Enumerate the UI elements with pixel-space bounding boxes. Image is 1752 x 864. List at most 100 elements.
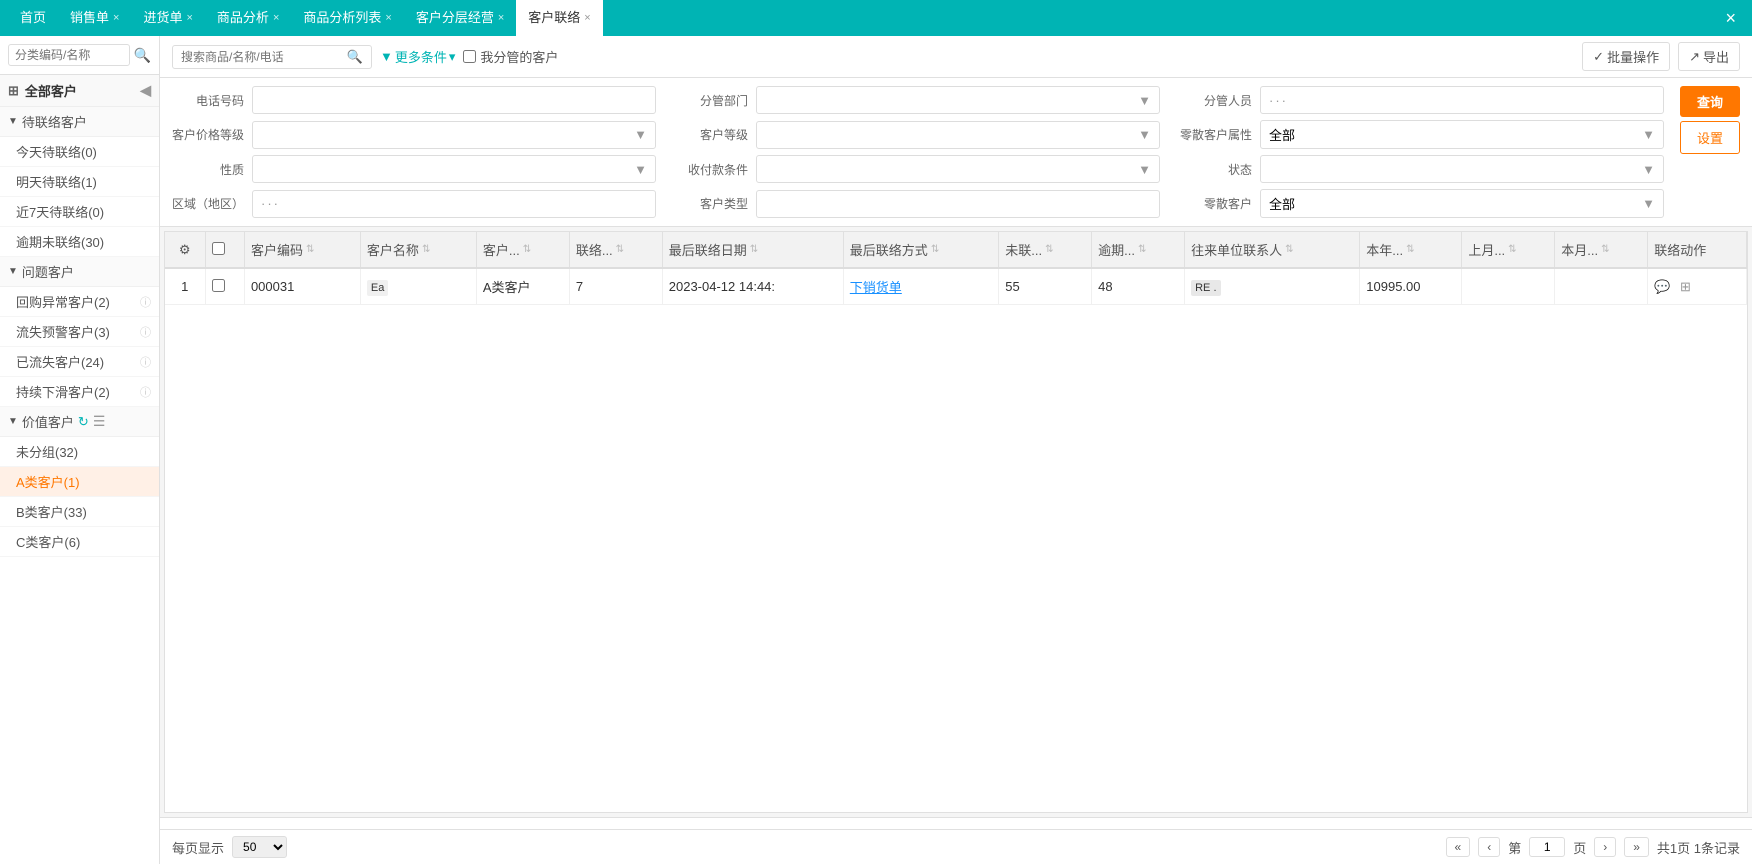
filter-search-input[interactable] [181,50,343,64]
td-index: 1 [165,268,205,305]
filter-price-level-input[interactable]: ▼ [252,121,656,149]
th-overdue-label: 逾期... [1098,240,1135,259]
sidebar-item-overdue-contact[interactable]: 逾期未联络(30) [0,227,159,257]
sidebar-item-churn-warning[interactable]: 流失预警客户(3) ⓘ [0,317,159,347]
filter-person-input[interactable]: ··· [1260,86,1664,114]
filter-dept-input[interactable]: ▼ [756,86,1160,114]
filter-action-buttons: 查询 设置 [1672,86,1740,218]
sort-icon-year[interactable]: ⇅ [1406,244,1414,255]
sort-icon-code[interactable]: ⇅ [306,244,314,255]
refresh-icon[interactable]: ↻ [78,414,89,430]
th-this-month-label: 本月... [1561,240,1598,259]
filter-nature-input[interactable]: ▼ [252,155,656,183]
th-contacts-label: 往来单位联系人 [1191,240,1282,259]
sidebar-group-pending[interactable]: ▼ 待联络客户 [0,107,159,137]
nav-home[interactable]: 首页 [8,0,58,36]
batch-operations-button[interactable]: ✓ 批量操作 [1582,42,1670,71]
batch-label: 批量操作 [1607,47,1659,66]
last-page-button[interactable]: » [1624,837,1649,857]
filter-payment-input[interactable]: ▼ [756,155,1160,183]
filter-more-conditions[interactable]: ▼ 更多条件 ▾ [380,47,455,66]
customer-level-arrow: ▼ [1138,127,1151,142]
row-checkbox[interactable] [212,279,225,292]
sidebar-item-abnormal[interactable]: 回购异常客户(2) ⓘ [0,287,159,317]
nav-analysis-list-close[interactable]: × [385,0,391,36]
query-button[interactable]: 查询 [1680,86,1740,117]
filter-scatter-attr: 零散客户属性 全部 ▼ [1180,120,1664,149]
nav-analysis[interactable]: 商品分析 × [205,0,291,36]
dept-dropdown-arrow: ▼ [1138,93,1151,108]
settings-button[interactable]: 设置 [1680,121,1740,154]
nav-customer-tier[interactable]: 客户分层经营 × [404,0,516,36]
contact-method-link[interactable]: 下销货单 [850,280,902,295]
top-nav: 首页 销售单 × 进货单 × 商品分析 × 商品分析列表 × 客户分层经营 × … [0,0,1752,36]
filter-status-input[interactable]: ▼ [1260,155,1664,183]
settings-icon[interactable]: ☰ [93,413,106,430]
nav-customer-tier-close[interactable]: × [498,0,504,36]
sort-icon-name[interactable]: ⇅ [422,244,430,255]
sidebar-group-problem[interactable]: ▼ 问题客户 [0,257,159,287]
action-link-icon[interactable]: ⊞ [1680,279,1691,294]
payment-arrow: ▼ [1138,162,1151,177]
gear-icon[interactable]: ⚙ [179,242,191,257]
sort-icon-type[interactable]: ⇅ [523,244,531,255]
nav-analysis-list[interactable]: 商品分析列表 × [291,0,403,36]
sidebar-group-value[interactable]: ▼ 价值客户 ↻ ☰ [0,407,159,437]
nav-customer-contact-close[interactable]: × [584,0,590,36]
filter-phone-input[interactable] [252,86,656,114]
td-name: Ea [360,268,476,305]
nav-sales-close[interactable]: × [113,0,119,36]
sort-icon-contact[interactable]: ⇅ [616,244,624,255]
nav-purchase[interactable]: 进货单 × [131,0,204,36]
filter-customer-level-input[interactable]: ▼ [756,121,1160,149]
sidebar-search-input[interactable] [8,44,130,66]
sidebar-item-tomorrow[interactable]: 明天待联络(1) [0,167,159,197]
sort-icon-contacts[interactable]: ⇅ [1285,244,1293,255]
per-page-select[interactable]: 50 100 200 [232,836,287,858]
nav-purchase-close[interactable]: × [186,0,192,36]
filter-customer-type-input[interactable] [756,190,1160,218]
sidebar-item-7days[interactable]: 近7天待联络(0) [0,197,159,227]
sidebar-item-ungrouped[interactable]: 未分组(32) [0,437,159,467]
page-number-input[interactable] [1529,837,1565,857]
th-actions: 联络动作 [1648,232,1747,268]
sidebar-item-today[interactable]: 今天待联络(0) [0,137,159,167]
export-button[interactable]: ↗ 导出 [1678,42,1740,71]
filter-scatter-input[interactable]: 全部 ▼ [1260,189,1664,218]
export-icon: ↗ [1689,49,1700,65]
sidebar-item-class-c-label: C类客户(6) [16,532,151,551]
th-code: 客户编码 ⇅ [244,232,360,268]
nav-analysis-close[interactable]: × [273,0,279,36]
th-contacts: 往来单位联系人 ⇅ [1185,232,1360,268]
sort-icon-last-month[interactable]: ⇅ [1508,244,1516,255]
th-contact-count: 联络... ⇅ [569,232,662,268]
filter-search-icon: 🔍 [347,49,363,65]
sidebar-item-declining[interactable]: 持续下滑客户(2) ⓘ [0,377,159,407]
sidebar-item-class-b[interactable]: B类客户(33) [0,497,159,527]
filter-status-label: 状态 [1180,161,1260,178]
filter-my-customers[interactable]: 我分管的客户 [463,47,558,66]
all-customers-header[interactable]: ⊞ 全部客户 ◀ [0,75,159,107]
sort-icon-date[interactable]: ⇅ [750,244,758,255]
sidebar-item-churned[interactable]: 已流失客户(24) ⓘ [0,347,159,377]
filter-region-input[interactable]: ··· [252,190,656,218]
sidebar-item-class-c[interactable]: C类客户(6) [0,527,159,557]
prev-page-button[interactable]: ‹ [1478,837,1500,857]
next-page-button[interactable]: › [1594,837,1616,857]
sidebar-item-class-a[interactable]: A类客户(1) [0,467,159,497]
sidebar-collapse-button[interactable]: ◀ [140,82,151,99]
sort-icon-this-month[interactable]: ⇅ [1601,244,1609,255]
sort-icon-method[interactable]: ⇅ [931,244,939,255]
sort-icon-overdue[interactable]: ⇅ [1138,244,1146,255]
nav-sales[interactable]: 销售单 × [58,0,131,36]
sort-icon-no-contact[interactable]: ⇅ [1045,244,1053,255]
nav-customer-contact[interactable]: 客户联络 × [516,0,602,36]
filter-scatter-attr-input[interactable]: 全部 ▼ [1260,120,1664,149]
my-customers-checkbox[interactable] [463,50,476,63]
horizontal-scrollbar[interactable] [160,817,1752,829]
select-all-checkbox[interactable] [212,242,225,255]
sidebar-item-today-label: 今天待联络(0) [16,142,151,161]
action-chat-icon[interactable]: 💬 [1654,279,1670,294]
window-close-button[interactable]: × [1717,8,1744,29]
first-page-button[interactable]: « [1446,837,1471,857]
